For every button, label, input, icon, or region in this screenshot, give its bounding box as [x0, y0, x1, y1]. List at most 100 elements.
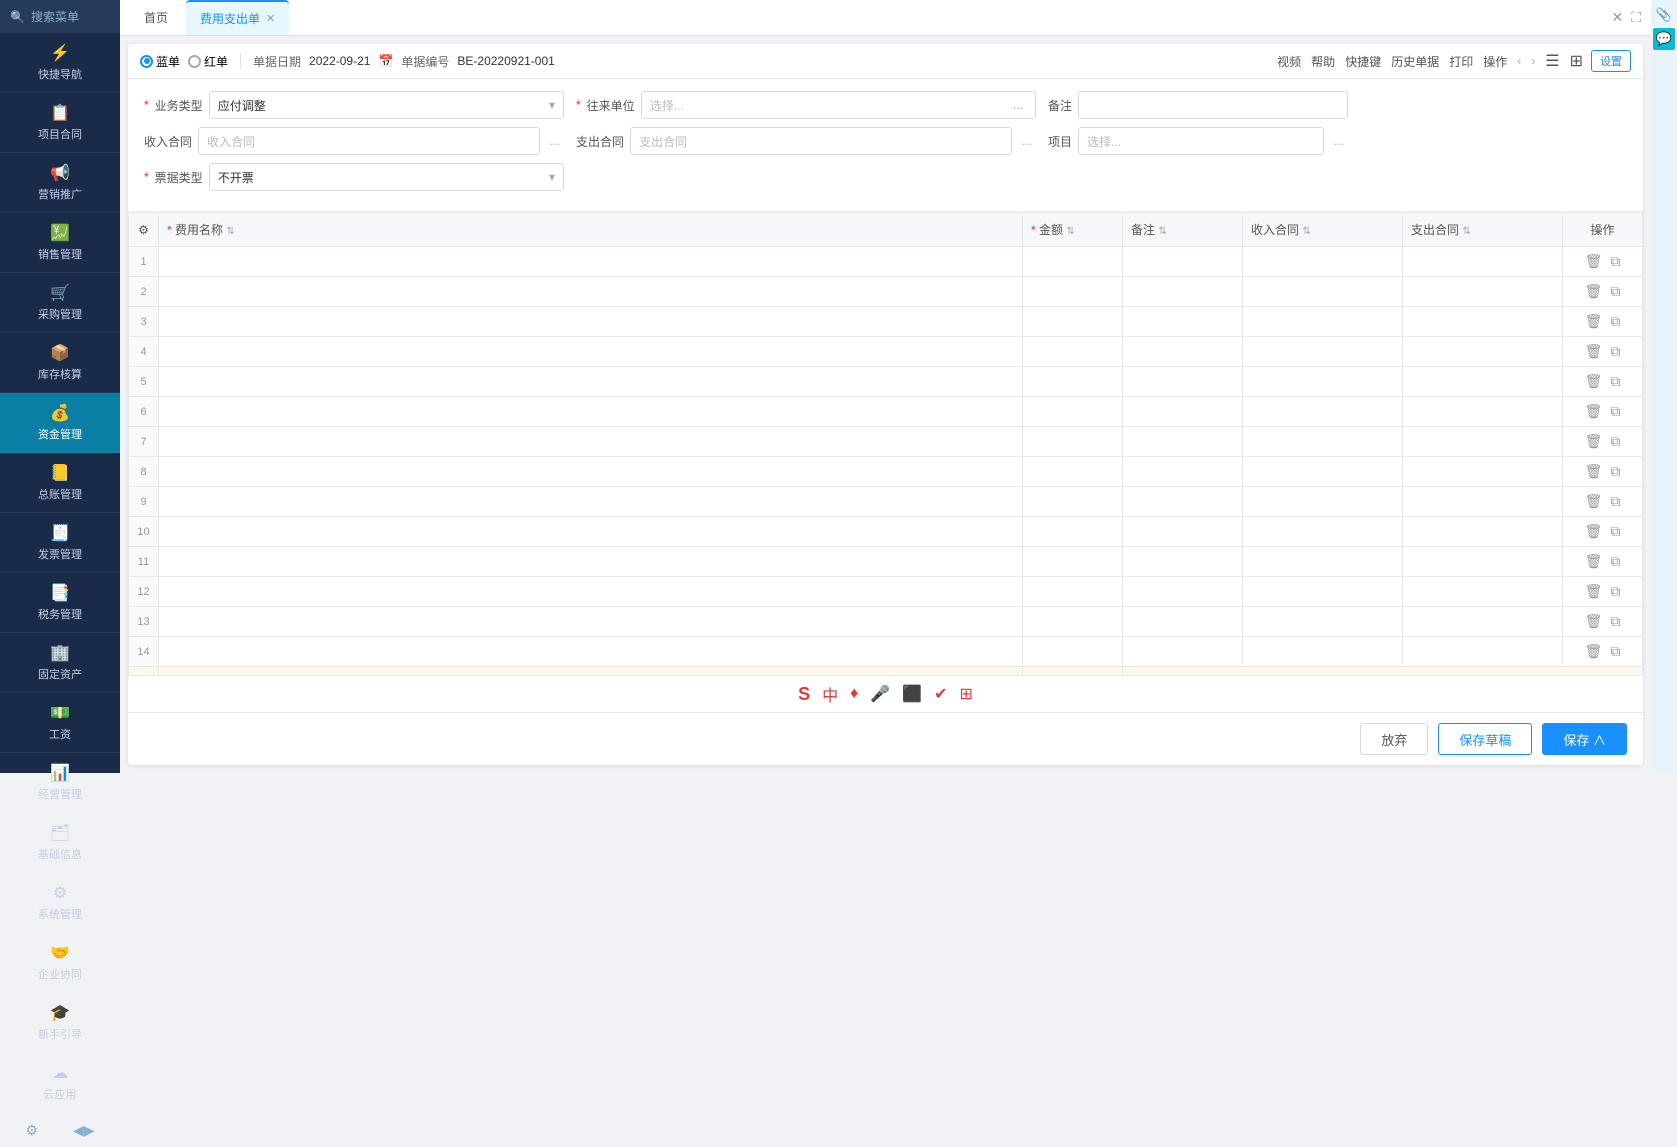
biz-type-select[interactable]: 应付调整 ▾	[209, 91, 564, 119]
row-remark-1[interactable]	[1123, 247, 1243, 277]
row-delete-1[interactable]: 🗑	[1585, 253, 1603, 270]
row-copy-10[interactable]: ⧉	[1610, 523, 1620, 540]
shortcut-mic-icon[interactable]: 🎤	[870, 684, 890, 704]
row-remark-8[interactable]	[1123, 457, 1243, 487]
row-expense-1[interactable]	[1403, 247, 1563, 277]
row-copy-13[interactable]: ⧉	[1610, 613, 1620, 630]
row-name-10[interactable]	[159, 517, 1023, 547]
row-remark-10[interactable]	[1123, 517, 1243, 547]
save-btn[interactable]: 保存 ∧	[1542, 723, 1627, 755]
row-amount-2[interactable]	[1023, 277, 1123, 307]
shortcut-check-icon[interactable]: ✔	[934, 684, 947, 704]
row-income-1[interactable]	[1243, 247, 1403, 277]
row-amount-9[interactable]	[1023, 487, 1123, 517]
next-nav-btn[interactable]: ›	[1531, 54, 1535, 68]
row-amount-10[interactable]	[1023, 517, 1123, 547]
row-name-7[interactable]	[159, 427, 1023, 457]
partner-ellipsis[interactable]: ...	[1009, 98, 1027, 112]
settings-icon[interactable]: ⚙	[25, 1122, 38, 1139]
right-panel-icon-2[interactable]: 💬	[1653, 28, 1675, 50]
sidebar-item-accounting[interactable]: 📒总账管理	[0, 453, 120, 513]
row-copy-14[interactable]: ⧉	[1610, 643, 1620, 660]
row-expense-2[interactable]	[1403, 277, 1563, 307]
row-expense-12[interactable]	[1403, 577, 1563, 607]
row-name-2[interactable]	[159, 277, 1023, 307]
income-contract-input[interactable]: 收入合同	[198, 127, 540, 155]
sidebar-item-new-guide[interactable]: 🎓新手引导	[0, 993, 120, 1053]
row-income-6[interactable]	[1243, 397, 1403, 427]
row-delete-13[interactable]: 🗑	[1585, 613, 1603, 630]
row-income-4[interactable]	[1243, 337, 1403, 367]
expense-sort-icon[interactable]: ⇅	[1462, 226, 1470, 237]
row-name-6[interactable]	[159, 397, 1023, 427]
row-name-9[interactable]	[159, 487, 1023, 517]
shortcut-s-icon[interactable]: S	[798, 684, 810, 705]
blue-bill-radio[interactable]: 蓝单	[140, 53, 180, 70]
row-amount-7[interactable]	[1023, 427, 1123, 457]
row-delete-9[interactable]: 🗑	[1585, 493, 1603, 510]
shortcut-square-icon[interactable]: ⬛	[902, 684, 922, 704]
row-copy-9[interactable]: ⧉	[1610, 493, 1620, 510]
right-panel-icon-1[interactable]: 📎	[1653, 4, 1675, 26]
row-expense-7[interactable]	[1403, 427, 1563, 457]
shortcut-btn[interactable]: 快捷键	[1345, 53, 1381, 70]
row-expense-10[interactable]	[1403, 517, 1563, 547]
row-income-10[interactable]	[1243, 517, 1403, 547]
help-btn[interactable]: 帮助	[1311, 53, 1335, 70]
shortcut-diamond-icon[interactable]: ♦	[850, 685, 858, 703]
tab-home[interactable]: 首页	[130, 0, 182, 35]
row-delete-11[interactable]: 🗑	[1585, 553, 1603, 570]
row-copy-4[interactable]: ⧉	[1610, 343, 1620, 360]
row-copy-3[interactable]: ⧉	[1610, 313, 1620, 330]
row-delete-6[interactable]: 🗑	[1585, 403, 1603, 420]
row-amount-14[interactable]	[1023, 637, 1123, 667]
row-remark-4[interactable]	[1123, 337, 1243, 367]
row-income-12[interactable]	[1243, 577, 1403, 607]
remark-input[interactable]	[1078, 91, 1348, 119]
operate-btn[interactable]: 操作	[1483, 53, 1507, 70]
row-amount-11[interactable]	[1023, 547, 1123, 577]
row-remark-12[interactable]	[1123, 577, 1243, 607]
row-remark-11[interactable]	[1123, 547, 1243, 577]
row-copy-8[interactable]: ⧉	[1610, 463, 1620, 480]
sidebar-item-ops[interactable]: 📊经营管理	[0, 753, 120, 813]
history-btn[interactable]: 历史单据	[1391, 53, 1439, 70]
sidebar-item-fixed-assets[interactable]: 🏢固定资产	[0, 633, 120, 693]
row-delete-2[interactable]: 🗑	[1585, 283, 1603, 300]
row-income-8[interactable]	[1243, 457, 1403, 487]
name-sort-icon[interactable]: ⇅	[226, 226, 234, 237]
sidebar-search[interactable]: 🔍 搜索菜单	[0, 0, 120, 33]
abandon-btn[interactable]: 放弃	[1360, 723, 1428, 755]
sidebar-item-invoice[interactable]: 🧾发票管理	[0, 513, 120, 573]
row-amount-12[interactable]	[1023, 577, 1123, 607]
row-amount-8[interactable]	[1023, 457, 1123, 487]
row-expense-9[interactable]	[1403, 487, 1563, 517]
shortcut-zh-icon[interactable]: 中	[822, 682, 838, 706]
print-btn[interactable]: 打印	[1449, 53, 1473, 70]
list-view-btn[interactable]: ☰	[1545, 51, 1559, 71]
row-remark-3[interactable]	[1123, 307, 1243, 337]
row-income-13[interactable]	[1243, 607, 1403, 637]
row-remark-5[interactable]	[1123, 367, 1243, 397]
row-copy-6[interactable]: ⧉	[1610, 403, 1620, 420]
row-name-4[interactable]	[159, 337, 1023, 367]
prev-nav-btn[interactable]: ‹	[1517, 54, 1521, 68]
row-income-5[interactable]	[1243, 367, 1403, 397]
row-expense-13[interactable]	[1403, 607, 1563, 637]
sidebar-item-marketing[interactable]: 📢营销推广	[0, 153, 120, 213]
sidebar-item-project-contract[interactable]: 📋项目合同	[0, 93, 120, 153]
income-contract-ellipsis[interactable]: ...	[546, 134, 564, 148]
row-name-8[interactable]	[159, 457, 1023, 487]
expand-icon[interactable]: ⛶	[1631, 9, 1641, 26]
row-expense-8[interactable]	[1403, 457, 1563, 487]
row-delete-12[interactable]: 🗑	[1585, 583, 1603, 600]
row-name-3[interactable]	[159, 307, 1023, 337]
row-income-2[interactable]	[1243, 277, 1403, 307]
row-copy-5[interactable]: ⧉	[1610, 373, 1620, 390]
row-amount-13[interactable]	[1023, 607, 1123, 637]
red-bill-radio[interactable]: 红单	[188, 53, 228, 70]
sidebar-item-tax[interactable]: 📑税务管理	[0, 573, 120, 633]
date-value[interactable]: 2022-09-21	[309, 54, 370, 68]
sidebar-item-sales[interactable]: 💹销售管理	[0, 213, 120, 273]
row-remark-7[interactable]	[1123, 427, 1243, 457]
